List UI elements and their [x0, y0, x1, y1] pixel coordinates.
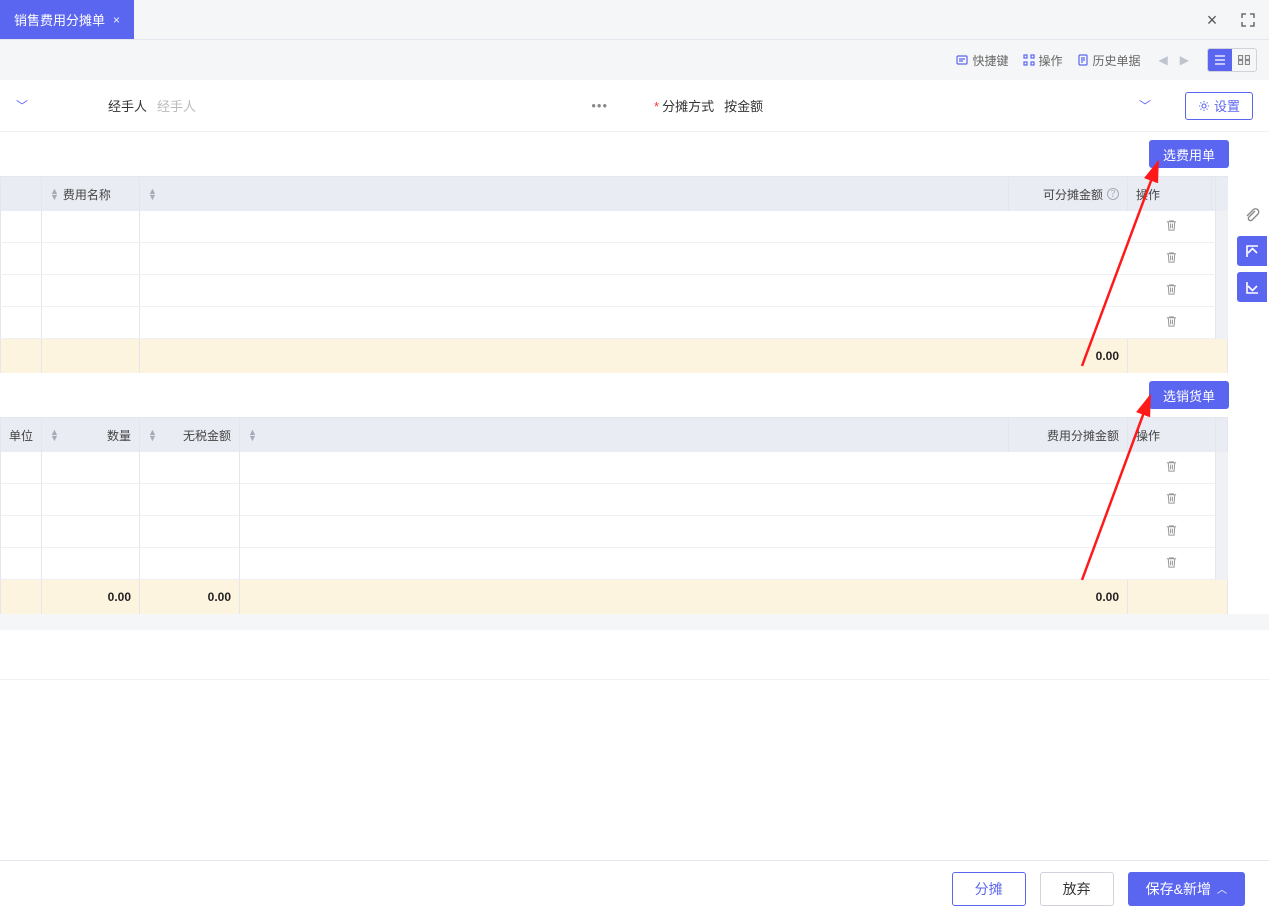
delete-icon[interactable]: [1136, 251, 1207, 267]
delete-icon[interactable]: [1136, 315, 1207, 331]
discard-button[interactable]: 放弃: [1040, 872, 1114, 906]
fullscreen-icon[interactable]: [1237, 9, 1259, 31]
col-expense-name: 费用名称: [63, 186, 111, 203]
sort-icon[interactable]: ▲▼: [50, 188, 59, 200]
window-close-icon[interactable]: ×: [1201, 9, 1223, 31]
table-row: [0, 484, 1228, 516]
side-dock: [1235, 200, 1269, 302]
scrollbar[interactable]: [1216, 211, 1228, 339]
table-sum-row: 0.00 0.00 0.00: [0, 580, 1228, 614]
sort-icon[interactable]: ▲▼: [148, 429, 157, 441]
col-ops: 操作: [1136, 427, 1160, 444]
allocate-button[interactable]: 分摊: [952, 872, 1026, 906]
notes-area[interactable]: [0, 630, 1269, 680]
table-row: [0, 307, 1228, 339]
sum-qty: 0.00: [108, 590, 131, 604]
col-ops: 操作: [1136, 186, 1160, 203]
content-area: 选费用单 ▲▼ 费用名称 ▲▼ 可分摊金额 ?: [0, 132, 1269, 860]
history-label: 历史单据: [1093, 52, 1141, 69]
chevron-down-icon[interactable]: ﹀: [16, 97, 28, 114]
footer: 分摊 放弃 保存&新增 ︿: [0, 860, 1269, 916]
col-feealloc: 费用分摊金额: [1047, 427, 1119, 444]
sort-icon[interactable]: ▲▼: [248, 429, 257, 441]
attachment-icon[interactable]: [1237, 200, 1267, 230]
record-nav: ◀ ▶: [1155, 53, 1193, 67]
table-row: [0, 548, 1228, 580]
view-list-icon[interactable]: [1208, 49, 1232, 71]
view-card-icon[interactable]: [1232, 49, 1256, 71]
view-toggle: [1207, 48, 1257, 72]
tab-active[interactable]: 销售费用分摊单 ×: [0, 0, 134, 39]
close-icon[interactable]: ×: [113, 13, 120, 27]
save-new-button[interactable]: 保存&新增 ︿: [1128, 872, 1245, 906]
col-qty: 数量: [107, 427, 131, 444]
prev-record-icon[interactable]: ◀: [1155, 53, 1172, 67]
chevron-up-icon: ︿: [1217, 881, 1227, 896]
delete-icon[interactable]: [1136, 492, 1207, 508]
save-new-label: 保存&新增: [1146, 879, 1211, 899]
sum-feealloc: 0.00: [1096, 590, 1119, 604]
more-icon[interactable]: •••: [591, 98, 608, 113]
sort-icon[interactable]: ▲▼: [50, 429, 59, 441]
next-record-icon[interactable]: ▶: [1176, 53, 1193, 67]
delete-icon[interactable]: [1136, 460, 1207, 476]
table-row: [0, 275, 1228, 307]
settings-button[interactable]: 设置: [1185, 92, 1253, 120]
delete-icon[interactable]: [1136, 556, 1207, 572]
tab-title: 销售费用分摊单: [14, 10, 105, 29]
chevron-down-icon[interactable]: ﹀: [1139, 97, 1151, 114]
sales-section: 选销货单 单位 ▲▼ 数量 ▲▼ 无税金额 ▲▼: [0, 373, 1269, 614]
select-expense-button[interactable]: 选费用单: [1149, 140, 1229, 168]
handler-label: 经手人: [108, 96, 147, 115]
delete-icon[interactable]: [1136, 524, 1207, 540]
history-button[interactable]: 历史单据: [1077, 52, 1141, 69]
operate-button[interactable]: 操作: [1023, 52, 1063, 69]
expense-grid: ▲▼ 费用名称 ▲▼ 可分摊金额 ? 操作: [0, 176, 1228, 373]
col-unit: 单位: [9, 427, 33, 444]
sum-notax: 0.00: [208, 590, 231, 604]
table-row: [0, 452, 1228, 484]
col-notax: 无税金额: [183, 427, 231, 444]
alloc-field[interactable]: *分摊方式 按金额 ﹀: [654, 96, 1151, 115]
delete-icon[interactable]: [1136, 283, 1207, 299]
scrollbar[interactable]: [1216, 452, 1228, 580]
operate-label: 操作: [1039, 52, 1063, 69]
divider: [0, 614, 1269, 630]
tab-bar: 销售费用分摊单 × ×: [0, 0, 1269, 40]
settings-label: 设置: [1214, 96, 1240, 115]
sort-icon[interactable]: ▲▼: [148, 188, 157, 200]
select-sales-button[interactable]: 选销货单: [1149, 381, 1229, 409]
toolbar: 快捷键 操作 历史单据 ◀ ▶: [0, 40, 1269, 80]
expense-section: 选费用单 ▲▼ 费用名称 ▲▼ 可分摊金额 ?: [0, 132, 1269, 373]
shortcut-button[interactable]: 快捷键: [956, 52, 1008, 69]
expand-down-icon[interactable]: [1237, 272, 1267, 302]
col-alloc-amount: 可分摊金额: [1043, 186, 1103, 203]
alloc-label: *分摊方式: [654, 96, 714, 115]
handler-field[interactable]: 经手人 经手人 •••: [108, 96, 608, 115]
table-row: [0, 516, 1228, 548]
table-sum-row: 0.00: [0, 339, 1228, 373]
sum-alloc: 0.00: [1096, 349, 1119, 363]
sales-grid: 单位 ▲▼ 数量 ▲▼ 无税金额 ▲▼ 费用分摊金额: [0, 417, 1228, 614]
delete-icon[interactable]: [1136, 219, 1207, 235]
expand-up-icon[interactable]: [1237, 236, 1267, 266]
handler-input[interactable]: 经手人: [157, 96, 581, 115]
alloc-value: 按金额: [724, 96, 1129, 115]
shortcut-label: 快捷键: [972, 52, 1008, 69]
form-row: ﹀ 经手人 经手人 ••• *分摊方式 按金额 ﹀ 设置: [0, 80, 1269, 132]
table-row: [0, 211, 1228, 243]
info-icon[interactable]: ?: [1107, 188, 1119, 200]
table-row: [0, 243, 1228, 275]
